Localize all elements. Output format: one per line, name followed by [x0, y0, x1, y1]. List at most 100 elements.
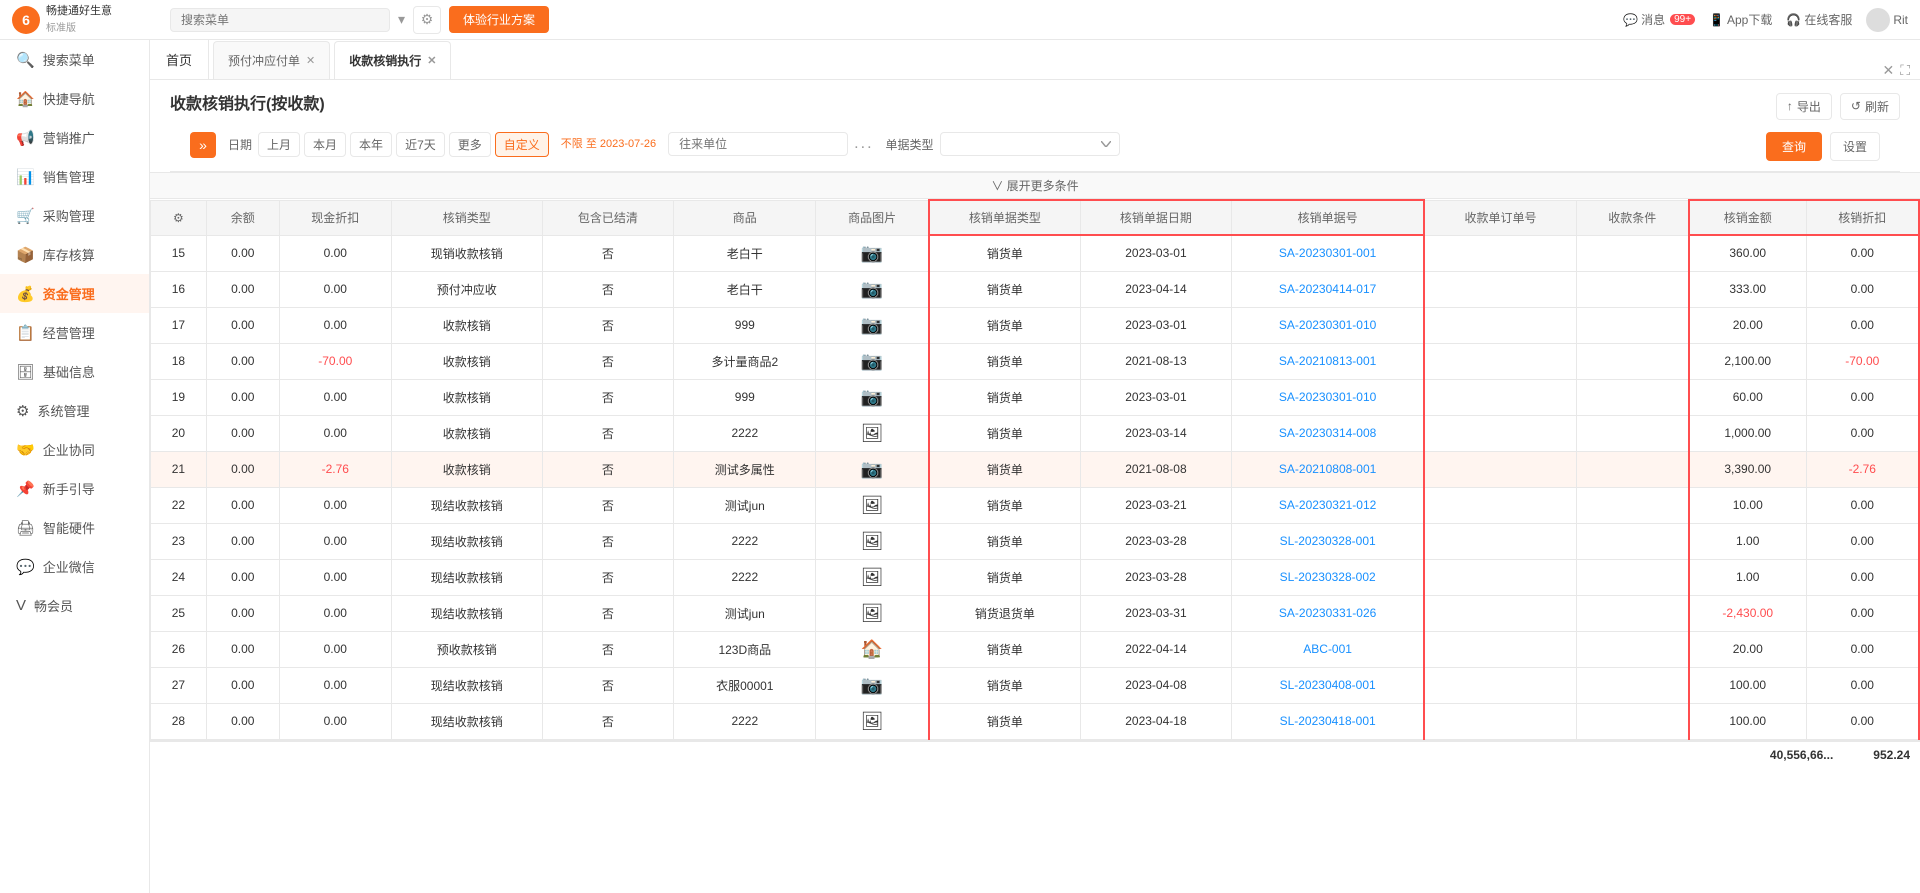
- query-button[interactable]: 查询: [1766, 132, 1822, 161]
- sidebar-item-vip[interactable]: V 畅会员: [0, 586, 149, 625]
- sidebar-item-corp-collab[interactable]: 🤝 企业协同: [0, 430, 149, 469]
- cell-balance: 0.00: [206, 235, 279, 271]
- date-btn-custom[interactable]: 自定义: [495, 132, 549, 157]
- th-include-settled: 包含已结清: [542, 200, 673, 235]
- cell-cancel-discount: 0.00: [1806, 703, 1919, 739]
- window-expand-icon[interactable]: ⛶: [1900, 62, 1910, 79]
- cell-cancel-voucher-date: 2023-03-01: [1080, 307, 1231, 343]
- voucher-link[interactable]: SA-20230301-010: [1279, 390, 1376, 404]
- tab-collection-close[interactable]: ✕: [427, 54, 436, 67]
- sidebar-item-fund[interactable]: 💰 资金管理: [0, 274, 149, 313]
- voucher-link[interactable]: ABC-001: [1303, 642, 1352, 656]
- voucher-link[interactable]: SA-20230414-017: [1279, 282, 1376, 296]
- tab-collection[interactable]: 收款核销执行 ✕: [334, 41, 451, 79]
- sidebar-item-sys-mgmt[interactable]: ⚙ 系统管理: [0, 391, 149, 430]
- cell-cancel-voucher-no[interactable]: SL-20230328-002: [1231, 559, 1424, 595]
- voucher-link[interactable]: SA-20230301-010: [1279, 318, 1376, 332]
- cell-cancel-voucher-no[interactable]: SA-20230331-026: [1231, 595, 1424, 631]
- cell-cancel-voucher-no[interactable]: SL-20230328-001: [1231, 523, 1424, 559]
- cell-product: 老白干: [674, 235, 816, 271]
- cell-cancel-voucher-no[interactable]: SA-20230301-010: [1231, 307, 1424, 343]
- window-close-icon[interactable]: ✕: [1882, 62, 1894, 79]
- cell-receipt-order-no: [1424, 235, 1576, 271]
- cell-cancel-voucher-no[interactable]: SA-20230414-017: [1231, 271, 1424, 307]
- cell-balance: 0.00: [206, 523, 279, 559]
- cell-cancel-voucher-no[interactable]: SA-20210813-001: [1231, 343, 1424, 379]
- footer-cancel-amount-total: 40,556,66...: [1766, 748, 1833, 762]
- th-cancel-type: 核销类型: [391, 200, 542, 235]
- cell-cancel-voucher-no[interactable]: ABC-001: [1231, 631, 1424, 667]
- cell-balance: 0.00: [206, 343, 279, 379]
- cell-cancel-amount: 333.00: [1689, 271, 1806, 307]
- filter-bar: » 日期 上月 本月 本年 近7天 更多 自定义 不限 至 202: [170, 122, 1900, 172]
- export-button[interactable]: ↑ 导出: [1776, 93, 1832, 120]
- voucher-type-select[interactable]: [940, 132, 1120, 156]
- cell-cancel-voucher-no[interactable]: SA-20230321-012: [1231, 487, 1424, 523]
- voucher-link[interactable]: SA-20230321-012: [1279, 498, 1376, 512]
- date-btn-last-month[interactable]: 上月: [258, 132, 300, 157]
- cell-receipt-condition: [1576, 451, 1689, 487]
- voucher-link[interactable]: SL-20230328-001: [1280, 534, 1376, 548]
- cell-receipt-condition: [1576, 379, 1689, 415]
- user-item[interactable]: Rit: [1866, 8, 1908, 32]
- tab-prepay[interactable]: 预付冲应付单 ✕: [213, 41, 330, 79]
- voucher-link[interactable]: SL-20230408-001: [1280, 678, 1376, 692]
- cell-cancel-voucher-no[interactable]: SL-20230408-001: [1231, 667, 1424, 703]
- sidebar-item-purchase[interactable]: 🛒 采购管理: [0, 196, 149, 235]
- cell-cancel-voucher-type: 销货单: [929, 559, 1081, 595]
- date-btn-more[interactable]: 更多: [449, 132, 491, 157]
- cell-cancel-voucher-no[interactable]: SL-20230418-001: [1231, 703, 1424, 739]
- cell-balance: 0.00: [206, 559, 279, 595]
- cell-cancel-voucher-no[interactable]: SA-20210808-001: [1231, 451, 1424, 487]
- sidebar-item-quick-nav[interactable]: 🏠 快捷导航: [0, 79, 149, 118]
- notification-item[interactable]: 💬 消息 99+: [1623, 11, 1695, 28]
- voucher-link[interactable]: SA-20230301-001: [1279, 246, 1376, 260]
- date-btn-this-year[interactable]: 本年: [350, 132, 392, 157]
- sidebar-item-biz[interactable]: 📋 经营管理: [0, 313, 149, 352]
- sidebar-item-label: 搜索菜单: [43, 50, 95, 69]
- voucher-link[interactable]: SL-20230418-001: [1280, 714, 1376, 728]
- date-btn-this-month[interactable]: 本月: [304, 132, 346, 157]
- dropdown-arrow-icon[interactable]: ▾: [398, 11, 405, 28]
- voucher-link[interactable]: SL-20230328-002: [1280, 570, 1376, 584]
- solution-button[interactable]: 体验行业方案: [449, 6, 549, 33]
- cell-cancel-voucher-no[interactable]: SA-20230301-010: [1231, 379, 1424, 415]
- sidebar-item-basic-info[interactable]: 🗄 基础信息: [0, 352, 149, 391]
- date-btn-7days[interactable]: 近7天: [396, 132, 445, 157]
- cell-cancel-voucher-no[interactable]: SA-20230301-001: [1231, 235, 1424, 271]
- app-download-item[interactable]: 📱 App下载: [1709, 11, 1772, 28]
- sidebar-item-marketing[interactable]: 📢 营销推广: [0, 118, 149, 157]
- th-settings[interactable]: ⚙: [151, 200, 207, 235]
- voucher-link[interactable]: SA-20210808-001: [1279, 462, 1376, 476]
- voucher-link[interactable]: SA-20230314-008: [1279, 426, 1376, 440]
- cell-balance: 0.00: [206, 415, 279, 451]
- table-header-row: ⚙ 余额 现金折扣 核销类型 包含已结清 商品 商品图片 核销单据类型 核销单据…: [151, 200, 1920, 235]
- th-product-image: 商品图片: [816, 200, 929, 235]
- customer-service-item[interactable]: 🎧 在线客服: [1786, 11, 1852, 28]
- table-row: 270.000.00现结收款核销否衣服00001📷销货单2023-04-08SL…: [151, 667, 1920, 703]
- sidebar-item-search-menu[interactable]: 🔍 搜索菜单: [0, 40, 149, 79]
- filter-toggle-button[interactable]: »: [190, 132, 216, 158]
- sidebar-item-smart-hw[interactable]: 🖨 智能硬件: [0, 508, 149, 547]
- search-input[interactable]: [170, 8, 390, 32]
- cell-cancel-voucher-date: 2021-08-08: [1080, 451, 1231, 487]
- voucher-link[interactable]: SA-20210813-001: [1279, 354, 1376, 368]
- sidebar-item-wechat[interactable]: 💬 企业微信: [0, 547, 149, 586]
- tab-prepay-close[interactable]: ✕: [306, 54, 315, 67]
- sidebar-item-sales[interactable]: 📊 销售管理: [0, 157, 149, 196]
- cell-cancel-voucher-no[interactable]: SA-20230314-008: [1231, 415, 1424, 451]
- tab-home[interactable]: 首页: [150, 40, 209, 79]
- table-row: 200.000.00收款核销否2222🖼销货单2023-03-14SA-2023…: [151, 415, 1920, 451]
- cell-cancel-type: 现结收款核销: [391, 667, 542, 703]
- sidebar-item-label: 企业微信: [43, 557, 95, 576]
- sidebar-item-beginner[interactable]: 📌 新手引导: [0, 469, 149, 508]
- settings-icon[interactable]: ⚙: [413, 6, 441, 34]
- voucher-link[interactable]: SA-20230331-026: [1279, 606, 1376, 620]
- table-row: 180.00-70.00收款核销否多计量商品2📷销货单2021-08-13SA-…: [151, 343, 1920, 379]
- counterpart-input[interactable]: [668, 132, 848, 156]
- expand-more-bar[interactable]: ∨ 展开更多条件: [150, 173, 1920, 199]
- filter-settings-button[interactable]: 设置: [1830, 132, 1880, 161]
- sidebar-item-inventory[interactable]: 📦 库存核算: [0, 235, 149, 274]
- refresh-button[interactable]: ↺ 刷新: [1840, 93, 1900, 120]
- counterpart-dots[interactable]: ...: [854, 135, 873, 153]
